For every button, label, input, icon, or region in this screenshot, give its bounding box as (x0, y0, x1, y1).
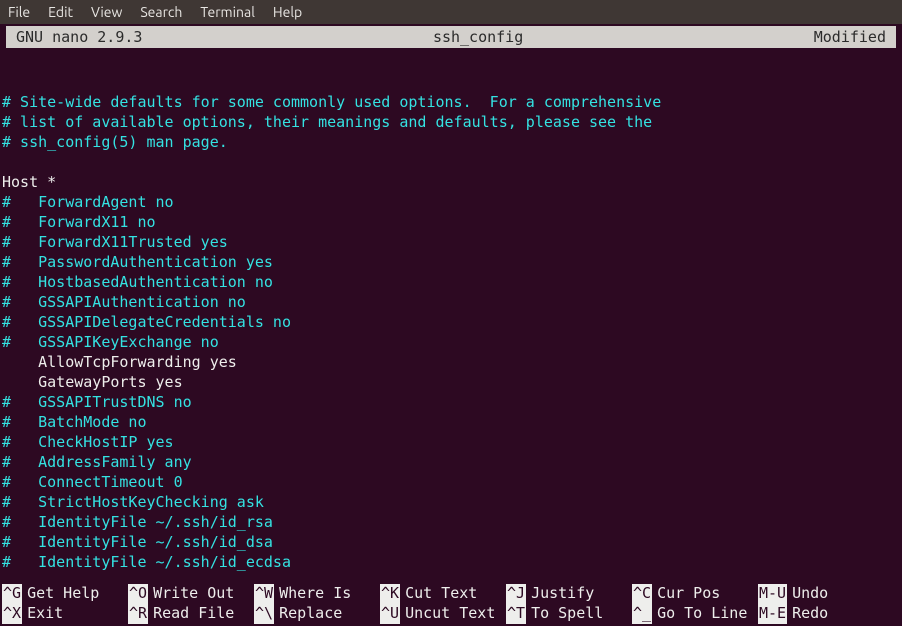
shortcut-label: Go To Line (652, 604, 747, 624)
shortcut-item: ^GGet Help (2, 584, 128, 604)
editor-line[interactable] (2, 52, 900, 72)
editor-line[interactable] (2, 152, 900, 172)
editor-line[interactable]: # Site-wide defaults for some commonly u… (2, 92, 900, 112)
editor-line[interactable]: # BatchMode no (2, 412, 900, 432)
nano-titlebar: GNU nano 2.9.3 ssh_config Modified (6, 26, 896, 48)
shortcut-key: ^T (506, 604, 526, 624)
editor-line[interactable]: # HostbasedAuthentication no (2, 272, 900, 292)
shortcut-key: ^G (2, 584, 22, 604)
shortcut-item: ^RRead File (128, 604, 254, 624)
menu-search[interactable]: Search (140, 4, 182, 20)
menu-terminal[interactable]: Terminal (200, 4, 255, 20)
shortcut-key: ^U (380, 604, 400, 624)
current-filename: ssh_config (142, 28, 813, 46)
shortcut-label: Exit (22, 604, 63, 624)
shortcut-item: ^_Go To Line (632, 604, 758, 624)
shortcut-item: ^WWhere Is (254, 584, 380, 604)
shortcut-label: Replace (274, 604, 342, 624)
shortcut-key: ^J (506, 584, 526, 604)
editor-line[interactable]: # list of available options, their meani… (2, 112, 900, 132)
file-status: Modified (814, 28, 886, 46)
shortcut-key: ^W (254, 584, 274, 604)
editor-line[interactable]: # IdentityFile ~/.ssh/id_dsa (2, 532, 900, 552)
shortcut-item: ^UUncut Text (380, 604, 506, 624)
editor-line[interactable]: # CheckHostIP yes (2, 432, 900, 452)
menu-view[interactable]: View (91, 4, 122, 20)
shortcut-key: ^K (380, 584, 400, 604)
shortcut-label: To Spell (526, 604, 603, 624)
shortcut-label: Justify (526, 584, 594, 604)
editor-line[interactable]: # ForwardAgent no (2, 192, 900, 212)
editor-line[interactable]: # ForwardX11 no (2, 212, 900, 232)
editor-line[interactable]: # GSSAPIDelegateCredentials no (2, 312, 900, 332)
app-version: GNU nano 2.9.3 (16, 28, 142, 46)
editor-line[interactable]: AllowTcpForwarding yes (2, 352, 900, 372)
shortcut-key: ^X (2, 604, 22, 624)
editor-line[interactable]: # AddressFamily any (2, 452, 900, 472)
shortcut-item: ^TTo Spell (506, 604, 632, 624)
shortcut-label: Undo (787, 584, 828, 604)
menu-help[interactable]: Help (273, 4, 302, 20)
shortcut-key: M-U (758, 584, 787, 604)
shortcut-key: ^_ (632, 604, 652, 624)
editor-line[interactable]: # GSSAPIAuthentication no (2, 292, 900, 312)
shortcut-label: Uncut Text (400, 604, 495, 624)
editor-area[interactable]: # Site-wide defaults for some commonly u… (0, 50, 902, 574)
shortcut-bar: ^GGet Help^OWrite Out^WWhere Is^KCut Tex… (0, 584, 902, 624)
shortcut-label: Write Out (148, 584, 234, 604)
menubar: File Edit View Search Terminal Help (0, 0, 902, 24)
editor-line[interactable]: # IdentityFile ~/.ssh/id_ecdsa (2, 552, 900, 572)
shortcut-key: ^C (632, 584, 652, 604)
shortcut-key: M-E (758, 604, 787, 624)
shortcut-label: Redo (787, 604, 828, 624)
shortcut-key: ^O (128, 584, 148, 604)
editor-line[interactable]: # IdentityFile ~/.ssh/id_rsa (2, 512, 900, 532)
editor-line[interactable] (2, 72, 900, 92)
shortcut-item: ^XExit (2, 604, 128, 624)
shortcut-label: Where Is (274, 584, 351, 604)
shortcut-item: M-ERedo (758, 604, 884, 624)
shortcut-item: ^OWrite Out (128, 584, 254, 604)
editor-line[interactable]: # PasswordAuthentication yes (2, 252, 900, 272)
editor-line[interactable]: # GSSAPIKeyExchange no (2, 332, 900, 352)
menu-file[interactable]: File (8, 4, 30, 20)
shortcut-key: ^\ (254, 604, 274, 624)
shortcut-label: Read File (148, 604, 234, 624)
shortcut-item: ^CCur Pos (632, 584, 758, 604)
editor-line[interactable]: # ForwardX11Trusted yes (2, 232, 900, 252)
shortcut-label: Get Help (22, 584, 99, 604)
editor-line[interactable]: Host * (2, 172, 900, 192)
shortcut-item: ^KCut Text (380, 584, 506, 604)
shortcut-label: Cut Text (400, 584, 477, 604)
shortcut-item: ^\Replace (254, 604, 380, 624)
menu-edit[interactable]: Edit (48, 4, 73, 20)
editor-line[interactable]: # StrictHostKeyChecking ask (2, 492, 900, 512)
editor-line[interactable]: # GSSAPITrustDNS no (2, 392, 900, 412)
shortcut-item: M-UUndo (758, 584, 884, 604)
editor-line[interactable]: GatewayPorts yes (2, 372, 900, 392)
editor-line[interactable]: # ConnectTimeout 0 (2, 472, 900, 492)
shortcut-key: ^R (128, 604, 148, 624)
shortcut-item: ^JJustify (506, 584, 632, 604)
editor-line[interactable]: # ssh_config(5) man page. (2, 132, 900, 152)
shortcut-label: Cur Pos (652, 584, 720, 604)
